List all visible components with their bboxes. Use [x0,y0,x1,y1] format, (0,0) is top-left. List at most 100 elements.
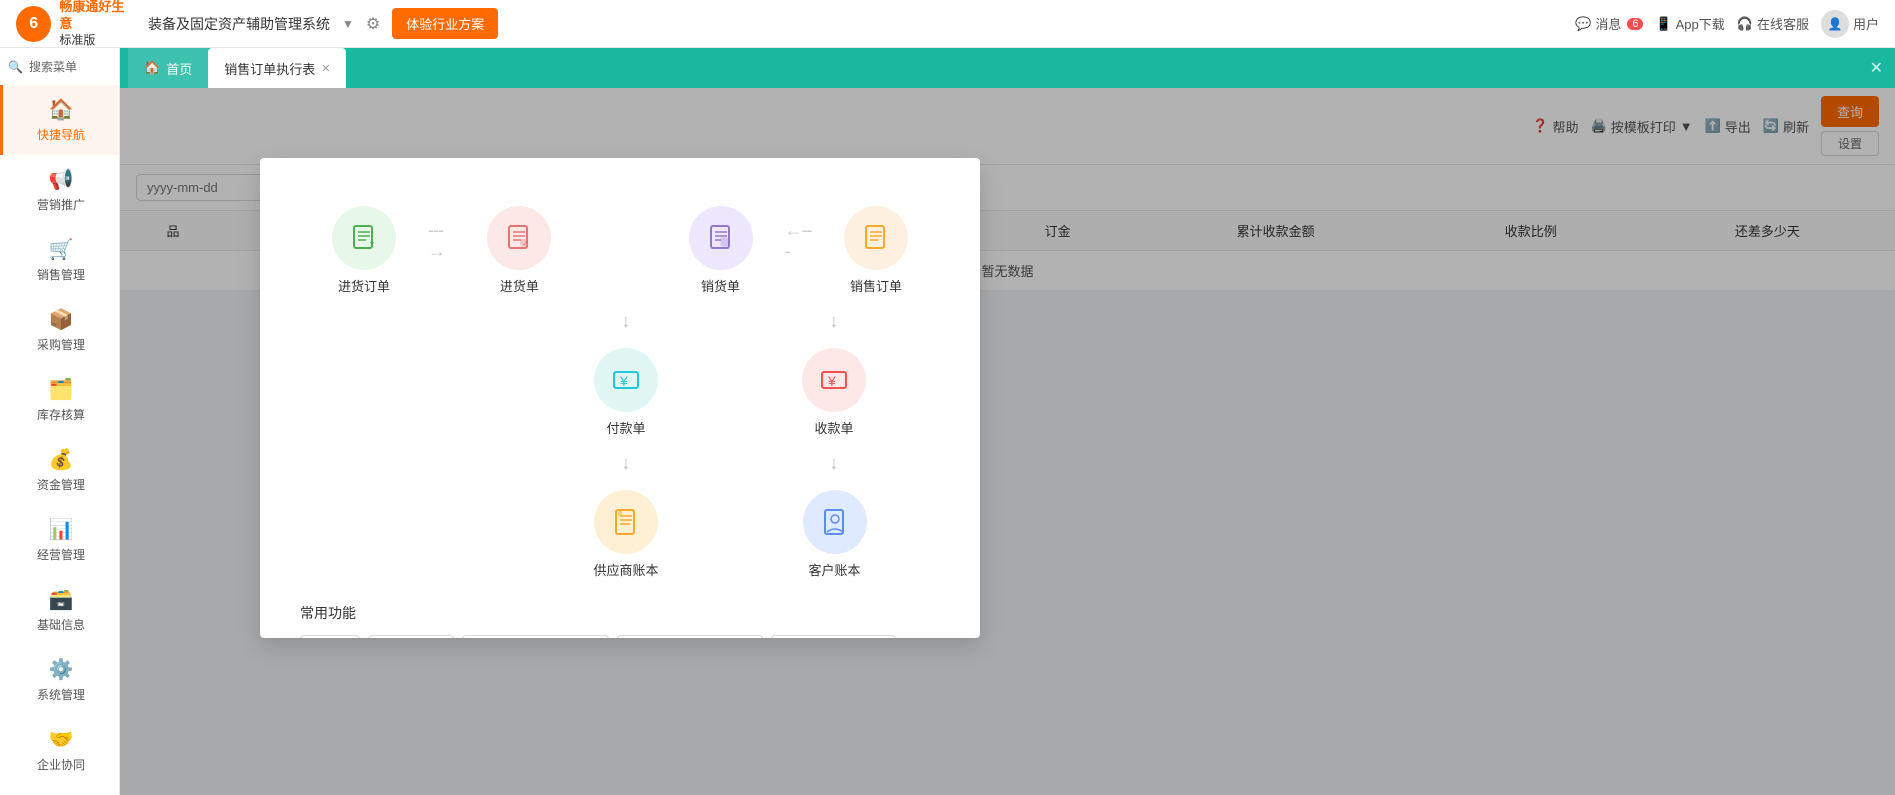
node-label-supplier-ledger: 供应商账本 [593,560,658,579]
app-download-btn[interactable]: 📱 App下载 [1655,14,1724,33]
svg-text:¥: ¥ [827,373,836,389]
tab-close-btn[interactable]: ✕ [321,62,330,75]
tab-home[interactable]: 🏠 首页 [128,48,208,88]
mobile-icon: 📱 [1655,16,1671,32]
svg-text:¥: ¥ [619,373,628,389]
sidebar-item-operation[interactable]: 📊 经营管理 [0,505,119,575]
sidebar-item-label: 系统管理 [37,686,85,703]
node-sales-order[interactable]: 销售订单 [844,206,908,295]
sidebar: 🔍 搜索菜单 🏠 快捷导航 📢 营销推广 🛒 销售管理 📦 采购管理 🗂️ [0,48,120,795]
node-circle-supplier-ledger [594,490,658,554]
flow-row-1: 进货订单 - - - → [300,190,940,311]
node-sales-doc[interactable]: 销货单 [689,206,753,295]
message-btn[interactable]: 💬 消息 6 [1575,14,1643,33]
down-arrow-4: ↓ [830,453,839,473]
btn-sales-gross[interactable]: 销售毛利分析表 [771,635,896,638]
node-customer-ledger[interactable]: 客户账本 [803,490,867,579]
sidebar-item-label: 资金管理 [37,476,85,493]
spacer-left [342,311,562,332]
node-circle-receipt: ¥ [802,348,866,412]
spacer-4 [342,453,562,474]
sales-doc-icon [705,222,737,254]
database-icon: 🗃️ [49,587,74,612]
common-section: 常用功能 商品 往来单位 现存量(库存状况表) 现存量(库存分布表) 销售毛利分… [300,603,940,638]
user-area[interactable]: 👤 用户 [1821,10,1879,38]
flow-row-arrows2: ↓ ↓ [300,453,940,474]
arrow-down-2: ↓ [770,311,898,332]
sidebar-item-label: 销售管理 [37,266,85,283]
sidebar-item-marketing[interactable]: 📢 营销推广 [0,155,119,225]
dashed-right-icon: - - - → [428,220,455,262]
arrow-down-3: ↓ [562,453,690,474]
box-icon: 📦 [49,307,74,332]
top-header: 6 畅康通好生意 标准版 装备及固定资产辅助管理系统 ▼ ⚙ 体验行业方案 💬 … [0,0,1895,48]
modal-overlay[interactable]: 进货订单 - - - → [120,88,1895,795]
payment-icon: ¥ [610,364,642,396]
dropdown-arrow-icon[interactable]: ▼ [342,17,354,31]
node-circle-purchase-order [332,206,396,270]
flow-row-arrows: ↓ ↓ [300,311,940,332]
search-label: 搜索菜单 [29,58,77,75]
sidebar-item-inventory[interactable]: 🗂️ 库存核算 [0,365,119,435]
tab-close-all-btn[interactable]: ✕ [1866,54,1887,82]
sidebar-item-label: 采购管理 [37,336,85,353]
sales-tab-label: 销售订单执行表 [224,59,315,78]
node-supplier-ledger[interactable]: 供应商账本 [593,490,658,579]
brand-sub: 标准版 [59,33,136,49]
sidebar-item-corp[interactable]: 🤝 企业协同 [0,715,119,785]
user-name: 用户 [1853,14,1879,33]
sidebar-item-label: 企业协同 [37,756,85,773]
user-avatar: 👤 [1821,10,1849,38]
sidebar-item-guide[interactable]: 🎯 新手引导 [0,785,119,795]
sidebar-item-sales[interactable]: 🛒 销售管理 [0,225,119,295]
btn-product[interactable]: 商品 [300,635,360,638]
settings-icon[interactable]: ⚙ [366,14,380,34]
online-service-btn[interactable]: 🎧 在线客服 [1737,14,1809,33]
node-circle-sales-order [844,206,908,270]
common-title: 常用功能 [300,603,940,623]
node-purchase-order[interactable]: 进货订单 [332,206,396,295]
customer-ledger-icon [819,506,851,538]
tab-bar: 🏠 首页 销售订单执行表 ✕ ✕ [120,48,1895,88]
search-menu-item[interactable]: 🔍 搜索菜单 [0,48,119,85]
btn-partner[interactable]: 往来单位 [368,635,454,638]
arrow-down-1: ↓ [562,311,690,332]
system-title: 装备及固定资产辅助管理系统 [148,14,330,34]
content-area: 🏠 首页 销售订单执行表 ✕ ✕ ❓ 帮助 [120,48,1895,795]
sidebar-item-label: 快捷导航 [37,126,85,143]
node-circle-customer-ledger [803,490,867,554]
node-purchase-doc[interactable]: ✓ 进货单 [487,206,551,295]
arrow-h-1: - - - → [428,220,455,262]
sidebar-item-finance[interactable]: 💰 资金管理 [0,435,119,505]
chart-icon: 📊 [49,517,74,542]
online-service-label: 在线客服 [1757,14,1809,33]
node-payment[interactable]: ¥ 付款单 [594,348,658,437]
home-tab-icon: 🏠 [144,60,160,76]
search-icon: 🔍 [8,60,23,74]
brand-name: 畅康通好生意 [59,0,136,33]
try-btn[interactable]: 体验行业方案 [392,8,498,39]
sidebar-item-system[interactable]: ⚙️ 系统管理 [0,645,119,715]
btn-stock-dist[interactable]: 现存量(库存分布表) [617,635,764,638]
purchase-doc-icon: ✓ [503,222,535,254]
flow-diagram: 进货订单 - - - → [300,190,940,595]
supplier-ledger-icon [610,506,642,538]
tab-sales-order[interactable]: 销售订单执行表 ✕ [208,48,346,88]
node-label-payment: 付款单 [606,418,645,437]
node-label-purchase-order: 进货订单 [338,276,390,295]
node-circle-sales-doc [689,206,753,270]
sidebar-item-purchase[interactable]: 📦 采购管理 [0,295,119,365]
folder-icon: 🗂️ [49,377,74,402]
page-content: ❓ 帮助 🖨️ 按模板打印 ▼ ⬆️ 导出 🔄 刷新 [120,88,1895,795]
message-badge: 6 [1627,18,1643,30]
money-icon: 💰 [49,447,74,472]
handshake-icon: 🤝 [49,727,74,752]
sidebar-item-quick-nav[interactable]: 🏠 快捷导航 [0,85,119,155]
sidebar-item-base[interactable]: 🗃️ 基础信息 [0,575,119,645]
arrow-down-4: ↓ [770,453,898,474]
sales-order-icon [860,222,892,254]
btn-stock-status[interactable]: 现存量(库存状况表) [462,635,609,638]
node-receipt[interactable]: ¥ 收款单 [802,348,866,437]
headset-icon: 🎧 [1737,16,1753,32]
node-circle-payment: ¥ [594,348,658,412]
